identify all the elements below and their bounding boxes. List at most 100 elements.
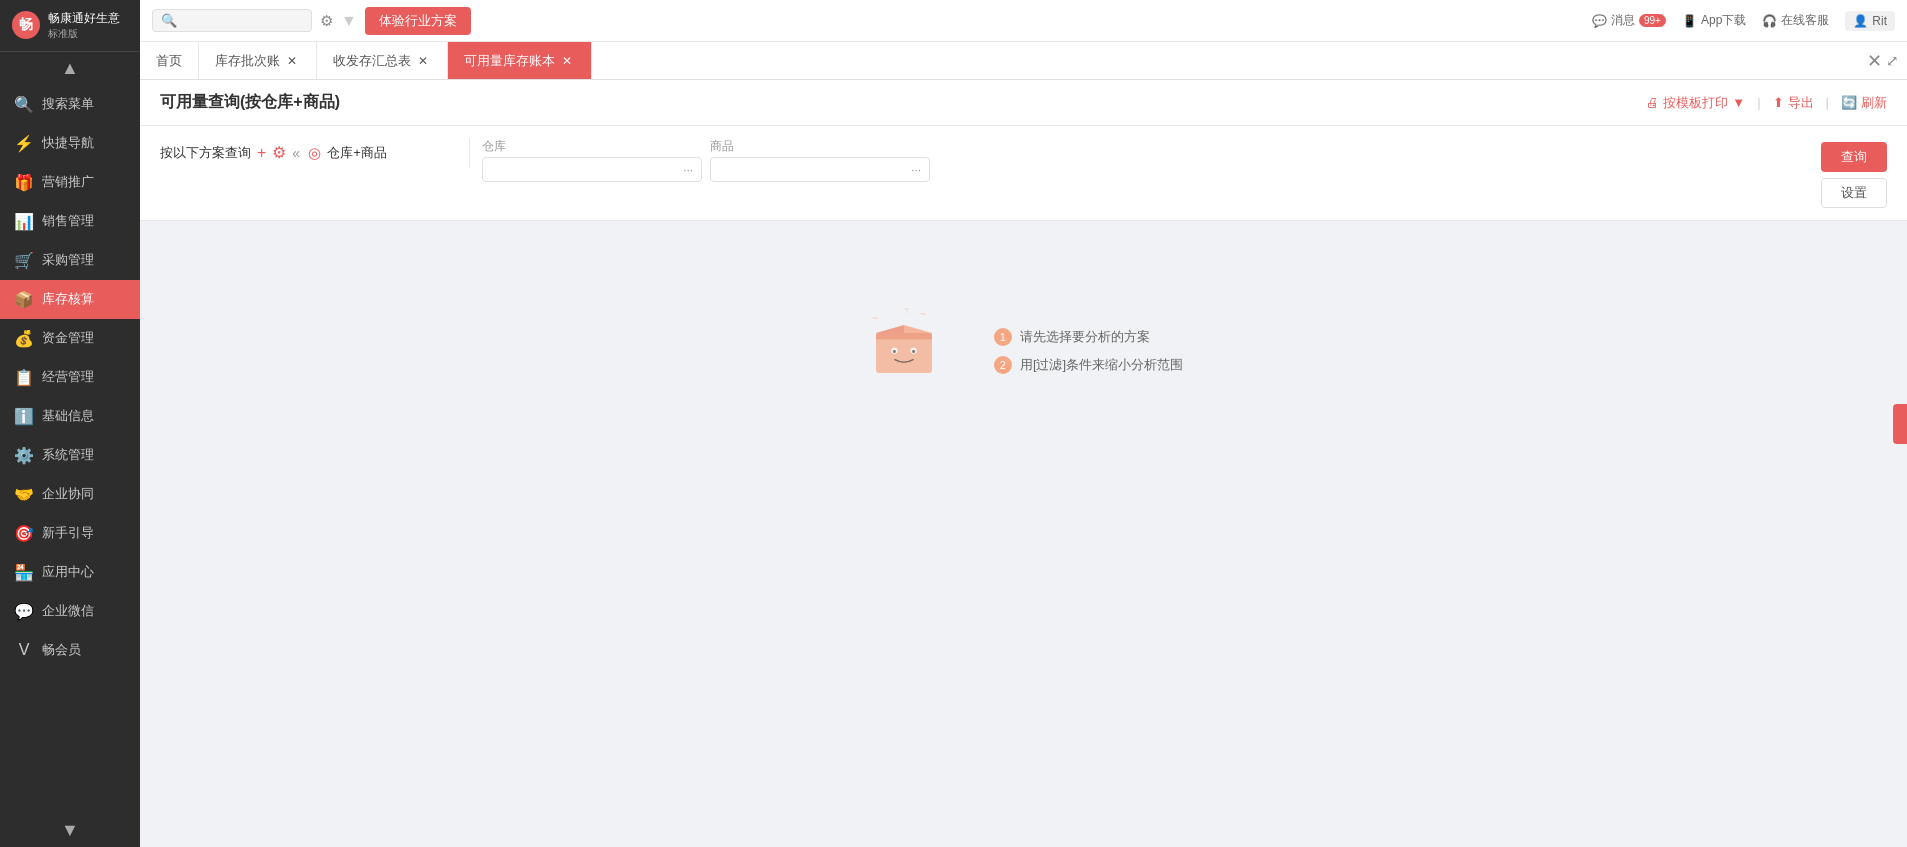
refresh-button[interactable]: 🔄 刷新 — [1841, 94, 1887, 112]
finance-icon: 💰 — [14, 329, 34, 348]
goods-more-button[interactable]: ··· — [911, 163, 921, 177]
filter-field-goods: 商品 ··· — [710, 138, 930, 182]
tip-num-2: 2 — [994, 356, 1012, 374]
tab-available-inventory[interactable]: 可用量库存账本 ✕ — [448, 42, 592, 80]
query-label: 按以下方案查询 — [160, 144, 251, 162]
query-collapse-button[interactable]: « — [292, 146, 300, 160]
tab-available-inventory-label: 可用量库存账本 — [464, 52, 555, 70]
empty-box-svg: ~ ~ ? — [864, 301, 944, 381]
tab-batch-account-close[interactable]: ✕ — [284, 54, 300, 68]
filter-field-warehouse: 仓库 ··· — [482, 138, 702, 182]
empty-illustration: ~ ~ ? — [864, 301, 964, 401]
sidebar-item-newbie-label: 新手引导 — [42, 524, 94, 542]
app-name: 畅康通好生意 — [48, 10, 120, 27]
svg-marker-1 — [876, 325, 904, 333]
query-actions: 查询 设置 — [1809, 138, 1887, 208]
message-label: 消息 — [1611, 12, 1635, 29]
topbar-app-download[interactable]: 📱 App下载 — [1682, 12, 1746, 29]
sidebar-item-wechat-label: 企业微信 — [42, 602, 94, 620]
sidebar-item-member[interactable]: V 畅会员 — [0, 631, 140, 669]
warehouse-input-wrap[interactable]: ··· — [482, 157, 702, 182]
svg-text:~: ~ — [872, 312, 878, 323]
sidebar-item-search[interactable]: 🔍 搜索菜单 — [0, 85, 140, 124]
tip-text-2: 用[过滤]条件来缩小分析范围 — [1020, 356, 1183, 374]
sidebar-scroll-up[interactable]: ▲ — [0, 52, 140, 85]
empty-tips: 1 请先选择要分析的方案 2 用[过滤]条件来缩小分析范围 — [994, 328, 1183, 374]
empty-state: ~ ~ ? 1 请先选择要分析的方案 2 用[过滤]条件来缩小分析范围 — [140, 221, 1907, 481]
message-icon: 💬 — [1592, 14, 1607, 28]
sidebar-nav: 🔍 搜索菜单 ⚡ 快捷导航 🎁 营销推广 📊 销售管理 🛒 采购管理 📦 库存核… — [0, 85, 140, 814]
goods-input-wrap[interactable]: ··· — [710, 157, 930, 182]
sidebar-item-basic[interactable]: ℹ️ 基础信息 — [0, 397, 140, 436]
query-row: 按以下方案查询 + ⚙ « ◎ 仓库+商品 仓库 — [160, 138, 1887, 208]
sidebar-item-shortcut-label: 快捷导航 — [42, 134, 94, 152]
sidebar-item-purchase[interactable]: 🛒 采购管理 — [0, 241, 140, 280]
sidebar-item-enterprise[interactable]: 🤝 企业协同 — [0, 475, 140, 514]
sidebar-item-operation-label: 经营管理 — [42, 368, 94, 386]
svg-rect-3 — [876, 333, 932, 339]
warehouse-more-button[interactable]: ··· — [683, 163, 693, 177]
svg-text:?: ? — [904, 306, 909, 315]
sidebar-item-system[interactable]: ⚙️ 系统管理 — [0, 436, 140, 475]
export-button[interactable]: ⬆ 导出 — [1773, 94, 1814, 112]
tab-batch-account[interactable]: 库存批次账 ✕ — [199, 42, 317, 80]
page-content: 可用量查询(按仓库+商品) 🖨 按模板打印 ▼ | ⬆ 导出 | 🔄 刷新 — [140, 80, 1907, 847]
sidebar-item-inventory[interactable]: 📦 库存核算 — [0, 280, 140, 319]
sidebar-item-inventory-label: 库存核算 — [42, 290, 94, 308]
topbar-gear-button[interactable]: ⚙ — [320, 12, 333, 30]
sidebar-item-wechat[interactable]: 💬 企业微信 — [0, 592, 140, 631]
customer-service-label: 在线客服 — [1781, 12, 1829, 29]
warehouse-input[interactable] — [491, 162, 679, 177]
search-input[interactable] — [181, 14, 281, 28]
customer-service-icon: 🎧 — [1762, 14, 1777, 28]
expand-tabs-button[interactable]: ⤢ — [1886, 52, 1899, 70]
sidebar-item-appcenter[interactable]: 🏪 应用中心 — [0, 553, 140, 592]
query-scheme-list: ◎ 仓库+商品 — [300, 138, 470, 168]
sidebar-item-marketing[interactable]: 🎁 营销推广 — [0, 163, 140, 202]
system-icon: ⚙️ — [14, 446, 34, 465]
print-template-button[interactable]: 🖨 按模板打印 ▼ — [1646, 94, 1745, 112]
tip-num-1: 1 — [994, 328, 1012, 346]
scheme-item-icon: ◎ — [308, 144, 321, 162]
topbar-user-area[interactable]: 👤 Rit — [1845, 11, 1895, 31]
right-scroll-indicator[interactable] — [1893, 404, 1907, 444]
close-all-tabs-button[interactable]: ✕ — [1867, 50, 1882, 72]
inventory-icon: 📦 — [14, 290, 34, 309]
sidebar-item-system-label: 系统管理 — [42, 446, 94, 464]
topbar-customer-service[interactable]: 🎧 在线客服 — [1762, 12, 1829, 29]
query-section: 按以下方案查询 + ⚙ « ◎ 仓库+商品 仓库 — [140, 126, 1907, 221]
svg-text:~: ~ — [920, 308, 926, 319]
tab-receive-summary[interactable]: 收发存汇总表 ✕ — [317, 42, 448, 80]
newbie-icon: 🎯 — [14, 524, 34, 543]
tab-available-inventory-close[interactable]: ✕ — [559, 54, 575, 68]
sidebar-item-sales[interactable]: 📊 销售管理 — [0, 202, 140, 241]
page-title: 可用量查询(按仓库+商品) — [160, 92, 340, 113]
query-config-button[interactable]: ⚙ — [272, 145, 286, 161]
empty-tip-2: 2 用[过滤]条件来缩小分析范围 — [994, 356, 1183, 374]
scheme-item-warehouse-goods[interactable]: ◎ 仓库+商品 — [300, 138, 457, 168]
export-label: 导出 — [1788, 94, 1814, 112]
goods-input[interactable] — [719, 162, 907, 177]
query-button[interactable]: 查询 — [1821, 142, 1887, 172]
industry-solution-button[interactable]: 体验行业方案 — [365, 7, 471, 35]
sidebar-item-finance[interactable]: 💰 资金管理 — [0, 319, 140, 358]
sidebar-item-shortcut[interactable]: ⚡ 快捷导航 — [0, 124, 140, 163]
tip-text-1: 请先选择要分析的方案 — [1020, 328, 1150, 346]
svg-point-6 — [893, 350, 896, 353]
settings-button[interactable]: 设置 — [1821, 178, 1887, 208]
sidebar-scroll-down[interactable]: ▼ — [0, 814, 140, 847]
purchase-icon: 🛒 — [14, 251, 34, 270]
sidebar-item-member-label: 畅会员 — [42, 641, 81, 659]
sidebar-item-newbie[interactable]: 🎯 新手引导 — [0, 514, 140, 553]
topbar-search-box[interactable]: 🔍 — [152, 9, 312, 32]
user-name: Rit — [1872, 14, 1887, 28]
print-label: 按模板打印 — [1663, 94, 1728, 112]
topbar-message[interactable]: 💬 消息 99+ — [1592, 12, 1666, 29]
query-add-scheme-button[interactable]: + — [257, 145, 266, 161]
tab-receive-summary-close[interactable]: ✕ — [415, 54, 431, 68]
sales-icon: 📊 — [14, 212, 34, 231]
app-download-label: App下载 — [1701, 12, 1746, 29]
search-icon: 🔍 — [161, 13, 177, 28]
tab-home[interactable]: 首页 — [140, 42, 199, 80]
sidebar-item-operation[interactable]: 📋 经营管理 — [0, 358, 140, 397]
